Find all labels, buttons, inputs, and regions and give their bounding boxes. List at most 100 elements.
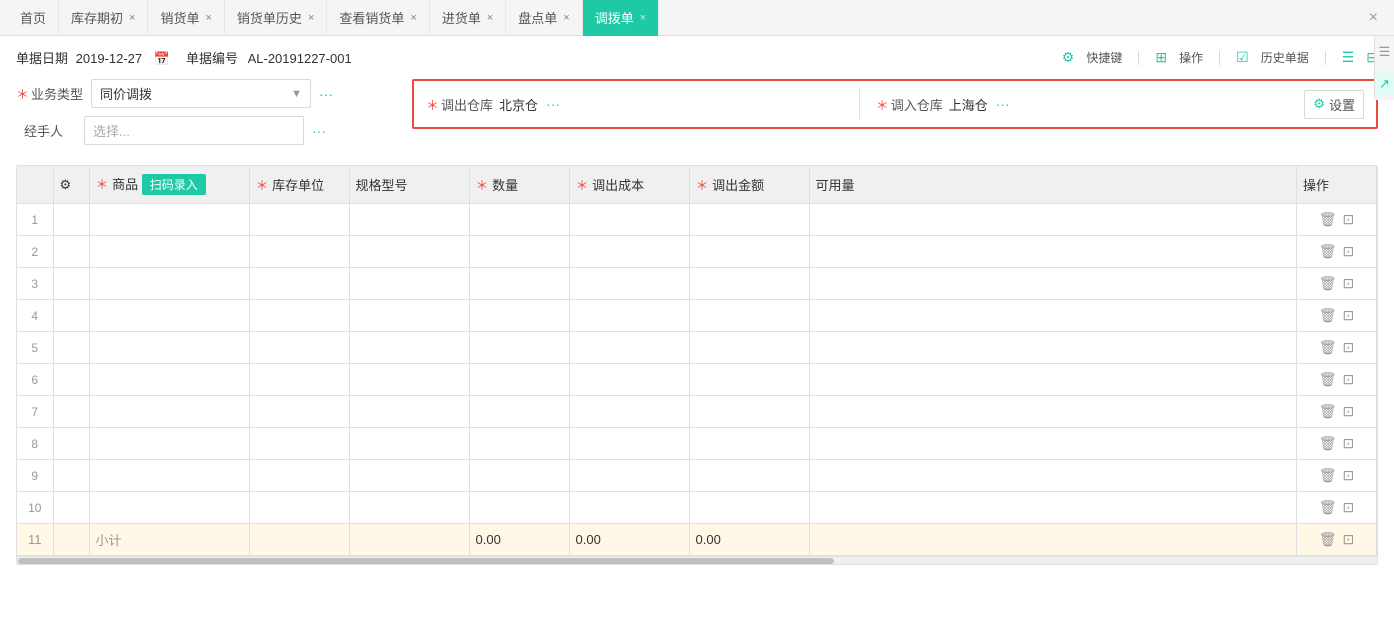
row-qty[interactable] [469, 492, 569, 524]
row-unit[interactable] [249, 364, 349, 396]
tab-inventory-check[interactable]: 盘点单 × [506, 0, 582, 36]
row-product[interactable] [89, 492, 249, 524]
shortcut-icon[interactable]: ⚙ [1062, 49, 1075, 66]
copy-icon[interactable]: ⊡ [1343, 531, 1355, 548]
layout-icon1[interactable]: ☰ [1342, 49, 1355, 66]
delete-icon[interactable]: 🗑 [1319, 403, 1337, 420]
row-qty[interactable] [469, 396, 569, 428]
delete-icon[interactable]: 🗑 [1319, 243, 1337, 260]
tab-view-sales[interactable]: 查看销货单 × [327, 0, 429, 36]
row-product[interactable] [89, 460, 249, 492]
col-gear-header[interactable]: ⚙ [53, 166, 89, 204]
copy-icon[interactable]: ⊡ [1343, 307, 1355, 324]
transfer-in-more-icon[interactable]: ··· [996, 96, 1010, 112]
calendar-icon[interactable]: 📅 [154, 51, 170, 66]
row-spec[interactable] [349, 364, 469, 396]
handler-more-icon[interactable]: ··· [312, 123, 326, 139]
delete-icon[interactable]: 🗑 [1319, 307, 1337, 324]
row-qty[interactable] [469, 300, 569, 332]
row-amount[interactable] [689, 492, 809, 524]
row-spec[interactable] [349, 332, 469, 364]
delete-icon[interactable]: 🗑 [1319, 467, 1337, 484]
row-avail[interactable] [809, 492, 1297, 524]
row-cost[interactable] [569, 332, 689, 364]
row-cost[interactable] [569, 268, 689, 300]
sidebar-expand-icon[interactable]: ↗ [1375, 72, 1394, 96]
copy-icon[interactable]: ⊡ [1343, 435, 1355, 452]
row-product[interactable] [89, 300, 249, 332]
row-avail[interactable] [809, 268, 1297, 300]
history-icon[interactable]: ☑ [1236, 49, 1249, 66]
row-amount[interactable] [689, 236, 809, 268]
row-product[interactable] [89, 364, 249, 396]
row-qty[interactable] [469, 460, 569, 492]
row-unit[interactable] [249, 236, 349, 268]
row-amount[interactable] [689, 460, 809, 492]
row-avail[interactable] [809, 300, 1297, 332]
row-avail[interactable] [809, 364, 1297, 396]
close-icon[interactable]: × [205, 12, 211, 24]
close-icon[interactable]: × [563, 12, 569, 24]
row-qty[interactable] [469, 268, 569, 300]
row-amount[interactable] [689, 428, 809, 460]
tab-inventory-init[interactable]: 库存期初 × [59, 0, 148, 36]
row-spec[interactable] [349, 300, 469, 332]
copy-icon[interactable]: ⊡ [1343, 467, 1355, 484]
horizontal-scrollbar[interactable] [17, 556, 1377, 564]
shortcut-label[interactable]: 快捷键 [1086, 49, 1122, 66]
copy-icon[interactable]: ⊡ [1343, 275, 1355, 292]
tab-sales-history[interactable]: 销货单历史 × [225, 0, 327, 36]
window-close-button[interactable]: × [1361, 9, 1386, 27]
row-spec[interactable] [349, 236, 469, 268]
scan-button[interactable]: 扫码录入 [142, 174, 206, 195]
row-qty[interactable] [469, 236, 569, 268]
row-product[interactable] [89, 236, 249, 268]
business-type-select[interactable]: 同价调拨 ▼ [91, 79, 311, 108]
row-product[interactable] [89, 204, 249, 236]
row-qty[interactable] [469, 204, 569, 236]
copy-icon[interactable]: ⊡ [1343, 371, 1355, 388]
operation-icon[interactable]: ⊞ [1155, 49, 1167, 66]
row-amount[interactable] [689, 204, 809, 236]
transfer-out-more-icon[interactable]: ··· [546, 96, 560, 112]
copy-icon[interactable]: ⊡ [1343, 211, 1355, 228]
row-avail[interactable] [809, 396, 1297, 428]
more-options-icon[interactable]: ··· [319, 86, 333, 102]
row-product[interactable] [89, 428, 249, 460]
row-product[interactable] [89, 332, 249, 364]
row-spec[interactable] [349, 492, 469, 524]
row-cost[interactable] [569, 236, 689, 268]
row-avail[interactable] [809, 460, 1297, 492]
row-cost[interactable] [569, 300, 689, 332]
row-unit[interactable] [249, 204, 349, 236]
row-unit[interactable] [249, 300, 349, 332]
copy-icon[interactable]: ⊡ [1343, 499, 1355, 516]
row-qty[interactable] [469, 332, 569, 364]
close-icon[interactable]: × [308, 12, 314, 24]
row-unit[interactable] [249, 428, 349, 460]
tab-home[interactable]: 首页 [8, 0, 59, 36]
row-cost[interactable] [569, 396, 689, 428]
row-spec[interactable] [349, 396, 469, 428]
row-amount[interactable] [689, 300, 809, 332]
row-product[interactable] [89, 396, 249, 428]
operation-label[interactable]: 操作 [1179, 49, 1203, 66]
row-unit[interactable] [249, 460, 349, 492]
settings-button[interactable]: ⚙ 设置 [1304, 90, 1364, 119]
close-icon[interactable]: × [640, 12, 646, 24]
row-avail[interactable] [809, 204, 1297, 236]
row-cost[interactable] [569, 428, 689, 460]
row-amount[interactable] [689, 268, 809, 300]
row-spec[interactable] [349, 204, 469, 236]
row-unit[interactable] [249, 268, 349, 300]
row-product[interactable] [89, 268, 249, 300]
close-icon[interactable]: × [129, 12, 135, 24]
row-qty[interactable] [469, 428, 569, 460]
row-avail[interactable] [809, 428, 1297, 460]
copy-icon[interactable]: ⊡ [1343, 403, 1355, 420]
close-icon[interactable]: × [410, 12, 416, 24]
row-unit[interactable] [249, 492, 349, 524]
delete-icon[interactable]: 🗑 [1319, 211, 1337, 228]
row-unit[interactable] [249, 396, 349, 428]
delete-icon[interactable]: 🗑 [1319, 371, 1337, 388]
